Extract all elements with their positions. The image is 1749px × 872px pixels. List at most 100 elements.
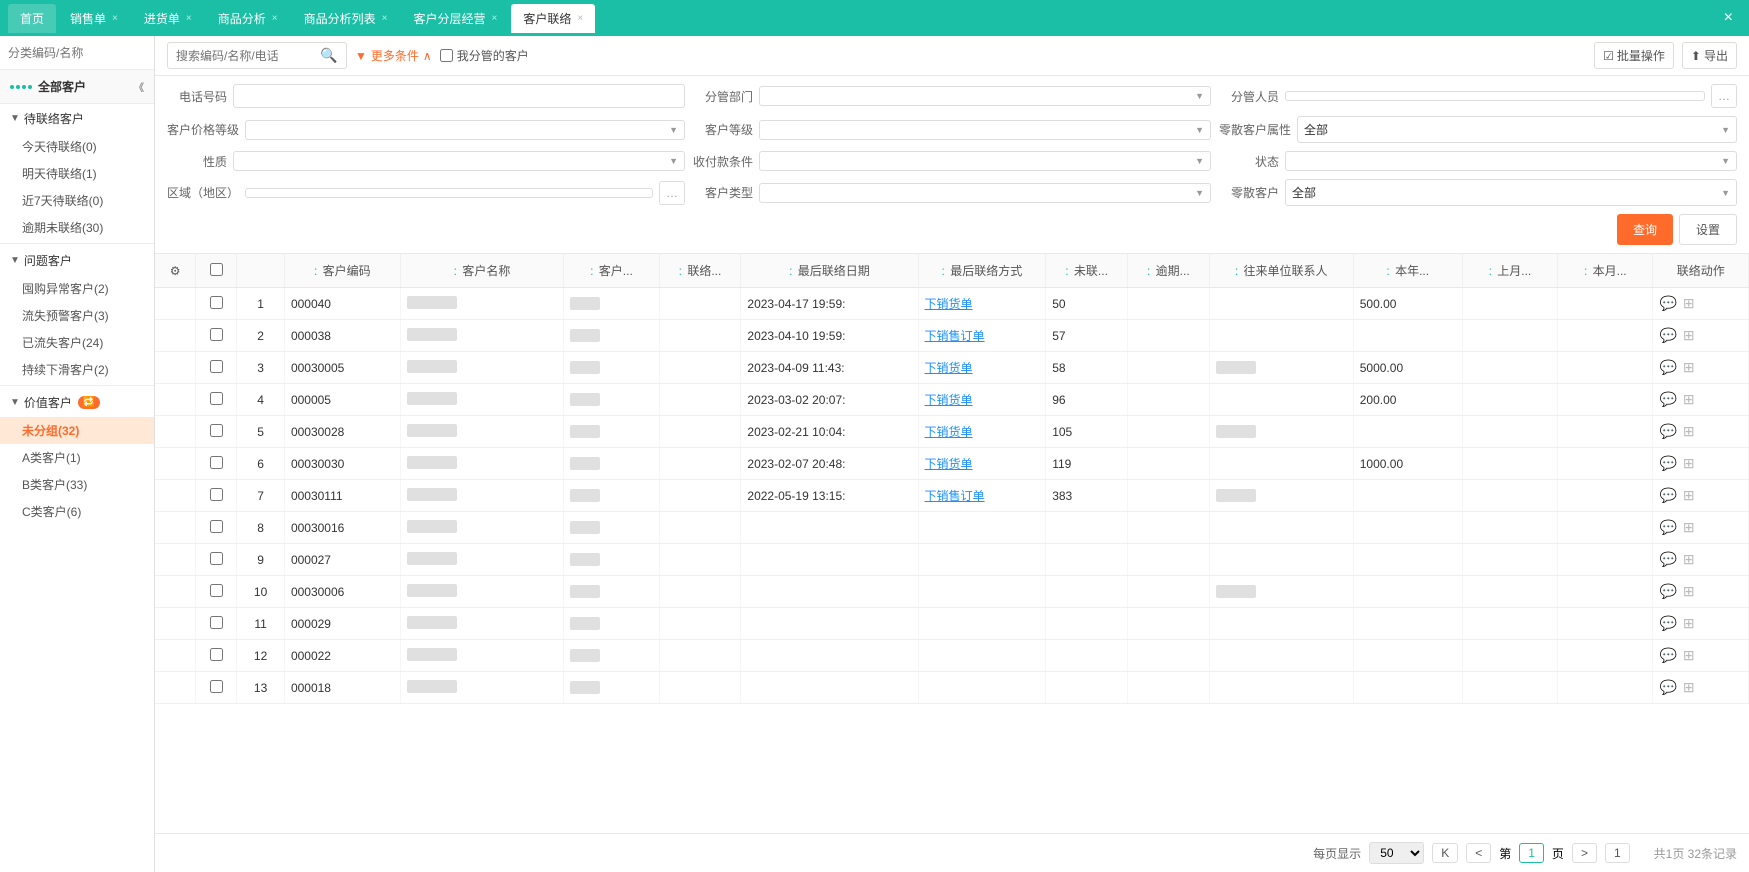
select-all-checkbox[interactable] xyxy=(210,263,223,276)
row-checkbox[interactable] xyxy=(210,552,223,565)
row-last-way[interactable]: 下销售订单 xyxy=(918,480,1046,512)
row-check-cell[interactable] xyxy=(196,352,237,384)
my-customers-checkbox[interactable] xyxy=(440,49,453,62)
row-last-way[interactable] xyxy=(918,576,1046,608)
phone-filter-input[interactable] xyxy=(233,84,685,108)
my-customers-filter[interactable]: 我分管的客户 xyxy=(440,47,529,64)
th-overdue[interactable]: : 逾期... xyxy=(1127,254,1209,288)
row-checkbox[interactable] xyxy=(210,296,223,309)
sidebar-item-overdue-pending[interactable]: 逾期未联络(30) xyxy=(0,214,154,241)
row-check-cell[interactable] xyxy=(196,416,237,448)
row-last-way[interactable] xyxy=(918,544,1046,576)
export-button[interactable]: ⬆ 导出 xyxy=(1682,42,1737,69)
grid-icon[interactable]: ⊞ xyxy=(1683,327,1695,344)
status-select[interactable]: ▼ xyxy=(1285,151,1737,171)
sidebar-search-input[interactable] xyxy=(8,46,155,60)
message-icon[interactable]: 💬 xyxy=(1659,359,1676,376)
region-select[interactable] xyxy=(245,188,653,198)
sidebar-item-tomorrow-pending[interactable]: 明天待联络(1) xyxy=(0,160,154,187)
message-icon[interactable]: 💬 xyxy=(1659,583,1676,600)
row-last-way[interactable] xyxy=(918,672,1046,704)
row-checkbox[interactable] xyxy=(210,392,223,405)
th-last-month[interactable]: : 上月... xyxy=(1462,254,1557,288)
product-analysis-list-tab-close[interactable]: × xyxy=(382,13,388,24)
row-last-way[interactable]: 下销货单 xyxy=(918,448,1046,480)
sidebar-item-hoarding-abnormal[interactable]: 囤购异常客户(2) xyxy=(0,275,154,302)
grid-icon[interactable]: ⊞ xyxy=(1683,295,1695,312)
sidebar-item-b-class[interactable]: B类客户(33) xyxy=(0,471,154,498)
message-icon[interactable]: 💬 xyxy=(1659,519,1676,536)
row-last-way[interactable]: 下销售订单 xyxy=(918,320,1046,352)
row-checkbox[interactable] xyxy=(210,584,223,597)
message-icon[interactable]: 💬 xyxy=(1659,327,1676,344)
row-checkbox[interactable] xyxy=(210,328,223,341)
customer-level-select[interactable]: ▼ xyxy=(759,120,1211,140)
retail-attr-select[interactable]: 全部 ▼ xyxy=(1297,116,1737,143)
row-check-cell[interactable] xyxy=(196,576,237,608)
row-check-cell[interactable] xyxy=(196,672,237,704)
tab-customer-contact[interactable]: 客户联络 × xyxy=(511,4,595,33)
payment-select[interactable]: ▼ xyxy=(759,151,1211,171)
more-conditions-button[interactable]: ▼ 更多条件 ∧ xyxy=(355,47,432,64)
next-page-button[interactable]: > xyxy=(1572,843,1597,863)
collapse-icon[interactable]: 《 xyxy=(134,79,144,94)
row-check-cell[interactable] xyxy=(196,608,237,640)
customer-contact-tab-close[interactable]: × xyxy=(577,13,583,24)
retail-customer-select[interactable]: 全部 ▼ xyxy=(1285,179,1737,206)
grid-icon[interactable]: ⊞ xyxy=(1683,615,1695,632)
row-checkbox[interactable] xyxy=(210,648,223,661)
first-page-button[interactable]: K xyxy=(1432,843,1458,863)
row-last-way[interactable]: 下销货单 xyxy=(918,288,1046,320)
product-analysis-tab-close[interactable]: × xyxy=(272,13,278,24)
close-all-button[interactable]: × xyxy=(1716,9,1741,27)
region-dots-button[interactable]: … xyxy=(659,181,685,205)
row-checkbox[interactable] xyxy=(210,520,223,533)
message-icon[interactable]: 💬 xyxy=(1659,455,1676,472)
th-settings[interactable]: ⚙ xyxy=(155,254,196,288)
message-icon[interactable]: 💬 xyxy=(1659,487,1676,504)
grid-icon[interactable]: ⊞ xyxy=(1683,359,1695,376)
row-check-cell[interactable] xyxy=(196,320,237,352)
row-last-way[interactable]: 下销货单 xyxy=(918,384,1046,416)
grid-icon[interactable]: ⊞ xyxy=(1683,423,1695,440)
filter-search-input[interactable] xyxy=(176,49,316,63)
row-last-way[interactable] xyxy=(918,608,1046,640)
row-checkbox[interactable] xyxy=(210,360,223,373)
grid-icon[interactable]: ⊞ xyxy=(1683,391,1695,408)
manager-dots-button[interactable]: … xyxy=(1711,84,1737,108)
grid-icon[interactable]: ⊞ xyxy=(1683,583,1695,600)
tab-home[interactable]: 首页 xyxy=(8,4,56,33)
dept-filter-select[interactable]: ▼ xyxy=(759,86,1211,106)
row-checkbox[interactable] xyxy=(210,456,223,469)
message-icon[interactable]: 💬 xyxy=(1659,551,1676,568)
sidebar-item-declining[interactable]: 持续下滑客户(2) xyxy=(0,356,154,383)
sidebar-item-churned[interactable]: 已流失客户(24) xyxy=(0,329,154,356)
sidebar-item-ungrouped[interactable]: 未分组(32) xyxy=(0,417,154,444)
row-check-cell[interactable] xyxy=(196,512,237,544)
filter-search-icon[interactable]: 🔍 xyxy=(320,47,337,64)
grid-icon[interactable]: ⊞ xyxy=(1683,647,1695,664)
th-this-year[interactable]: : 本年... xyxy=(1353,254,1462,288)
tab-product-analysis[interactable]: 商品分析 × xyxy=(206,4,290,33)
th-partner[interactable]: : 往来单位联系人 xyxy=(1209,254,1353,288)
row-last-way[interactable]: 下销货单 xyxy=(918,416,1046,448)
th-unlinked[interactable]: : 未联... xyxy=(1046,254,1128,288)
message-icon[interactable]: 💬 xyxy=(1659,295,1676,312)
sidebar-item-c-class[interactable]: C类客户(6) xyxy=(0,498,154,525)
grid-icon[interactable]: ⊞ xyxy=(1683,519,1695,536)
reset-button[interactable]: 设置 xyxy=(1679,214,1737,245)
purchase-tab-close[interactable]: × xyxy=(186,13,192,24)
th-this-month[interactable]: : 本月... xyxy=(1558,254,1653,288)
th-code[interactable]: : 客户编码 xyxy=(284,254,400,288)
grid-icon[interactable]: ⊞ xyxy=(1683,455,1695,472)
prev-page-button[interactable]: < xyxy=(1466,843,1491,863)
grid-icon[interactable]: ⊞ xyxy=(1683,487,1695,504)
row-last-way[interactable]: 下销货单 xyxy=(918,352,1046,384)
sidebar-item-churn-warning[interactable]: 流失预警客户(3) xyxy=(0,302,154,329)
message-icon[interactable]: 💬 xyxy=(1659,391,1676,408)
tab-product-analysis-list[interactable]: 商品分析列表 × xyxy=(292,4,400,33)
row-check-cell[interactable] xyxy=(196,288,237,320)
page-size-select[interactable]: 50 20 100 xyxy=(1369,842,1424,864)
row-checkbox[interactable] xyxy=(210,616,223,629)
message-icon[interactable]: 💬 xyxy=(1659,647,1676,664)
